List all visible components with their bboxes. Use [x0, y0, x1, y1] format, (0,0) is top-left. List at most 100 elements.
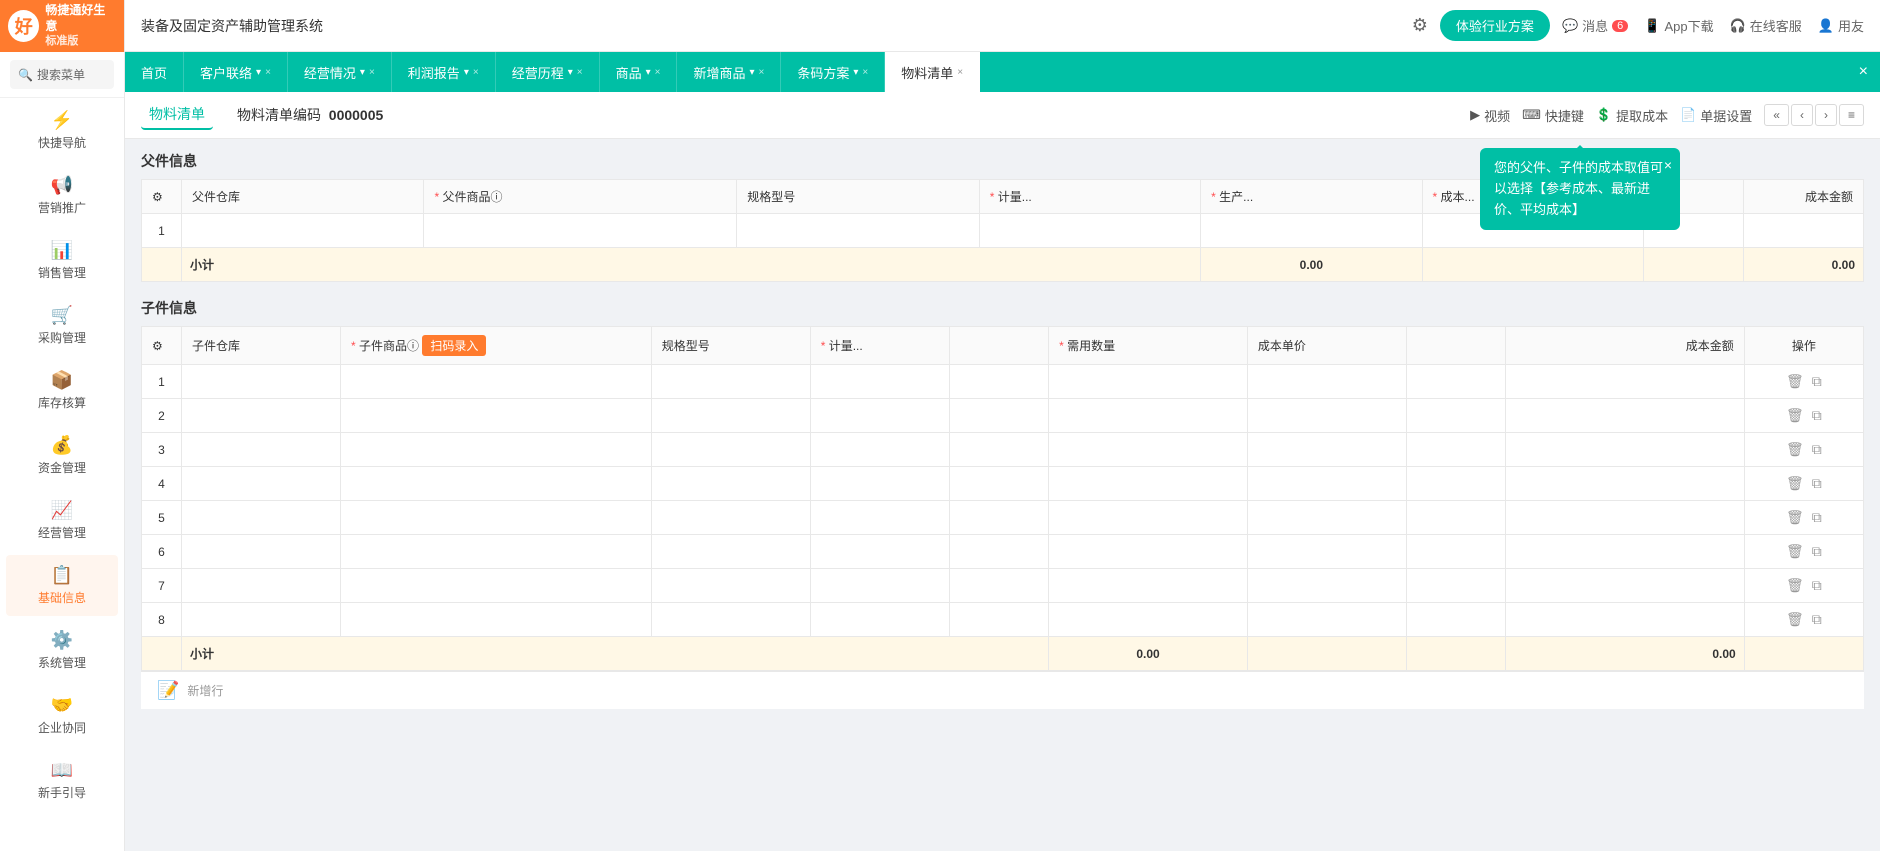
- sidebar-item-marketing[interactable]: 📢 营销推广: [6, 165, 118, 226]
- parent-row-1-spec[interactable]: [737, 214, 979, 248]
- child-row-2-spec[interactable]: [651, 399, 810, 433]
- close-icon[interactable]: ×: [369, 67, 375, 78]
- sub-tab-bom-list[interactable]: 物料清单: [141, 100, 213, 130]
- delete-icon[interactable]: 🗑: [1786, 441, 1804, 458]
- close-icon[interactable]: ×: [577, 67, 583, 78]
- child-row-2-goods[interactable]: [340, 399, 651, 433]
- sidebar-item-guide[interactable]: 📖 新手引导: [6, 750, 118, 811]
- child-col-settings[interactable]: ⚙: [142, 327, 182, 365]
- delete-icon[interactable]: 🗑: [1786, 407, 1804, 424]
- settings-button[interactable]: ⚙: [1412, 15, 1428, 36]
- scan-input-btn[interactable]: 扫码录入: [422, 335, 486, 356]
- shortcut-action[interactable]: ⌨ 快捷键: [1522, 106, 1584, 125]
- doc-settings-action[interactable]: 📄 单据设置: [1680, 106, 1752, 125]
- content-area: 物料清单 物料清单编码 0000005 ▶ 视频 ⌨ 快捷键 💲 提取成本: [125, 92, 1880, 851]
- video-action[interactable]: ▶ 视频: [1470, 106, 1510, 125]
- child-subtotal-row: 小计 0.00 0.00: [142, 637, 1864, 671]
- parent-row-1-warehouse[interactable]: [182, 214, 424, 248]
- app-download-action[interactable]: 📱 App下载: [1644, 16, 1713, 35]
- topbar: 装备及固定资产辅助管理系统 ⚙ 体验行业方案 💬 消息 6 📱 App下载 🎧 …: [125, 0, 1880, 52]
- delete-icon[interactable]: 🗑: [1786, 611, 1804, 628]
- close-icon[interactable]: ×: [473, 67, 479, 78]
- child-row-1-unit-cost[interactable]: [1247, 365, 1406, 399]
- copy-icon[interactable]: ⧉: [1812, 475, 1822, 492]
- sidebar-item-finance[interactable]: 💰 资金管理: [6, 425, 118, 486]
- parent-row-1-production[interactable]: [1201, 214, 1422, 248]
- tooltip-close-btn[interactable]: ×: [1664, 154, 1672, 176]
- pager-prev[interactable]: ‹: [1791, 104, 1813, 126]
- search-icon: 🔍: [18, 68, 33, 82]
- online-service-action[interactable]: 🎧 在线客服: [1730, 16, 1802, 35]
- copy-icon[interactable]: ⧉: [1812, 373, 1822, 390]
- child-row-1: 1 🗑 ⧉: [142, 365, 1864, 399]
- user-action[interactable]: 👤 用友: [1818, 16, 1864, 35]
- tab-bom[interactable]: 物料清单 ×: [885, 52, 980, 92]
- child-row-1-spec[interactable]: [651, 365, 810, 399]
- chevron-down-icon: ▾: [256, 67, 261, 78]
- extract-cost-action[interactable]: 💲 提取成本: [1596, 106, 1668, 125]
- copy-icon[interactable]: ⧉: [1812, 577, 1822, 594]
- parent-subtotal-label-text: 小计: [182, 248, 1201, 282]
- close-icon[interactable]: ×: [957, 67, 963, 78]
- tab-home[interactable]: 首页: [125, 52, 184, 92]
- sidebar-item-sales[interactable]: 📊 销售管理: [6, 230, 118, 291]
- copy-icon[interactable]: ⧉: [1812, 509, 1822, 526]
- parent-col-goods: * 父件商品ⓘ: [424, 180, 737, 214]
- delete-icon[interactable]: 🗑: [1786, 577, 1804, 594]
- delete-icon[interactable]: 🗑: [1786, 475, 1804, 492]
- tab-history[interactable]: 经营历程 ▾ ×: [496, 52, 600, 92]
- child-row-1-unit[interactable]: [810, 365, 949, 399]
- tab-new-goods[interactable]: 新增商品 ▾ ×: [677, 52, 781, 92]
- chevron-down-icon: ▾: [646, 67, 651, 78]
- tab-barcode[interactable]: 条码方案 ▾ ×: [781, 52, 885, 92]
- child-row-2-unit-cost[interactable]: [1247, 399, 1406, 433]
- child-row-1-empty: [949, 365, 1048, 399]
- tab-profit[interactable]: 利润报告 ▾ ×: [392, 52, 496, 92]
- message-action[interactable]: 💬 消息 6: [1562, 16, 1628, 35]
- sidebar-item-purchase[interactable]: 🛒 采购管理: [6, 295, 118, 356]
- close-all-tabs[interactable]: ×: [1847, 63, 1880, 81]
- sidebar-item-enterprise[interactable]: 🤝 企业协同: [6, 685, 118, 746]
- child-row-2-qty[interactable]: [1049, 399, 1248, 433]
- child-row-2-warehouse[interactable]: [182, 399, 341, 433]
- system-icon: ⚙️: [51, 630, 73, 651]
- delete-icon[interactable]: 🗑: [1786, 373, 1804, 390]
- chevron-down-icon: ▾: [853, 67, 858, 78]
- child-row-1-qty[interactable]: [1049, 365, 1248, 399]
- experience-btn[interactable]: 体验行业方案: [1440, 10, 1550, 41]
- copy-icon[interactable]: ⧉: [1812, 407, 1822, 424]
- parent-col-settings[interactable]: ⚙: [142, 180, 182, 214]
- user-icon: 👤: [1818, 18, 1834, 34]
- child-row-1-num: 1: [142, 365, 182, 399]
- tab-customer[interactable]: 客户联络 ▾ ×: [184, 52, 288, 92]
- child-row-1-empty2: [1406, 365, 1505, 399]
- parent-row-1-unit[interactable]: [979, 214, 1200, 248]
- child-row-2-unit[interactable]: [810, 399, 949, 433]
- delete-icon[interactable]: 🗑: [1786, 543, 1804, 560]
- sidebar-item-quick-nav[interactable]: ⚡ 快捷导航: [6, 100, 118, 161]
- copy-icon[interactable]: ⧉: [1812, 611, 1822, 628]
- sidebar-item-system[interactable]: ⚙️ 系统管理: [6, 620, 118, 681]
- sidebar-item-basic-info[interactable]: 📋 基础信息: [6, 555, 118, 616]
- close-icon[interactable]: ×: [655, 67, 661, 78]
- child-row-1-goods[interactable]: [340, 365, 651, 399]
- sidebar-item-operations[interactable]: 📈 经营管理: [6, 490, 118, 551]
- add-row-text[interactable]: 新增行: [187, 682, 223, 699]
- close-icon[interactable]: ×: [265, 67, 271, 78]
- parent-row-1-goods[interactable]: [424, 214, 737, 248]
- tab-operations[interactable]: 经营情况 ▾ ×: [288, 52, 392, 92]
- sidebar-item-inventory[interactable]: 📦 库存核算: [6, 360, 118, 421]
- tab-goods[interactable]: 商品 ▾ ×: [600, 52, 678, 92]
- child-row-1-warehouse[interactable]: [182, 365, 341, 399]
- pager-next[interactable]: ›: [1815, 104, 1837, 126]
- search-menu-button[interactable]: 🔍 搜索菜单: [10, 60, 114, 89]
- copy-icon[interactable]: ⧉: [1812, 543, 1822, 560]
- child-row-3: 3 🗑⧉: [142, 433, 1864, 467]
- close-icon[interactable]: ×: [759, 67, 765, 78]
- copy-icon[interactable]: ⧉: [1812, 441, 1822, 458]
- doc-icon: 📄: [1680, 107, 1696, 123]
- pager-next-last[interactable]: ≡: [1839, 104, 1864, 126]
- close-icon[interactable]: ×: [862, 67, 868, 78]
- delete-icon[interactable]: 🗑: [1786, 509, 1804, 526]
- pager-prev-first[interactable]: «: [1764, 104, 1789, 126]
